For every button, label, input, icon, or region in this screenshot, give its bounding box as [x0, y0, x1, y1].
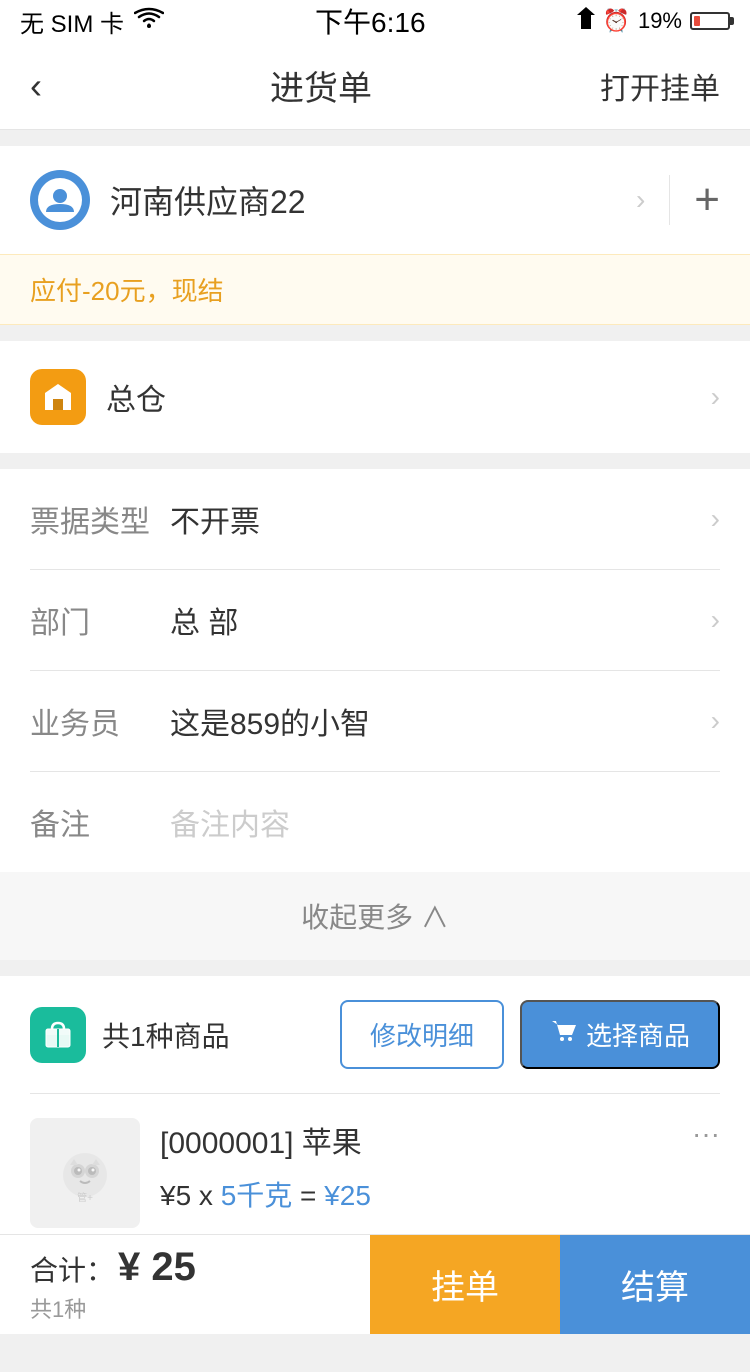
invoice-type-label: 票据类型: [30, 497, 170, 541]
warehouse-chevron-icon: ›: [711, 381, 720, 413]
supplier-section: 河南供应商22 › + 应付-20元，现结: [0, 146, 750, 325]
product-info: [0000001] 苹果 ¥5 x 5千克 = ¥25: [160, 1118, 672, 1214]
total-amount: ¥ 25: [118, 1245, 196, 1290]
settle-button[interactable]: 结算: [560, 1235, 750, 1334]
supplier-avatar: [30, 170, 90, 230]
notice-banner: 应付-20元，现结: [0, 254, 750, 325]
price-base: ¥5 x: [160, 1180, 221, 1211]
supplier-chevron-icon: ›: [636, 184, 645, 216]
product-header: 共1种商品 修改明细 选择商品: [0, 976, 750, 1093]
status-bar-right: ⏰ 19%: [577, 7, 730, 35]
product-thumb-inner: 管+: [50, 1135, 120, 1211]
total-sub: 共1种: [30, 1292, 340, 1324]
staff-label: 业务员: [30, 699, 170, 743]
back-button[interactable]: ‹: [30, 65, 42, 107]
carrier-label: 无 SIM 卡: [20, 4, 124, 39]
svg-text:管+: 管+: [77, 1191, 93, 1204]
wifi-icon: [134, 7, 164, 36]
product-price: ¥5 x 5千克 = ¥25: [160, 1174, 672, 1214]
invoice-type-row[interactable]: 票据类型 不开票 ›: [0, 469, 750, 569]
avatar-inner: [38, 178, 82, 222]
edit-detail-button[interactable]: 修改明细: [340, 1000, 504, 1069]
page-title: 进货单: [270, 61, 372, 110]
department-label: 部门: [30, 598, 170, 642]
remark-row[interactable]: 备注 备注内容: [0, 772, 750, 872]
hang-order-button[interactable]: 挂单: [370, 1235, 560, 1334]
department-row[interactable]: 部门 总 部 ›: [0, 570, 750, 670]
select-product-button[interactable]: 选择商品: [520, 1000, 720, 1069]
staff-chevron-icon: ›: [711, 705, 720, 737]
battery-icon: [690, 12, 730, 30]
gap-1: [0, 130, 750, 146]
vertical-divider: [669, 175, 670, 225]
warehouse-section: 总仓 ›: [0, 341, 750, 453]
gap-4: [0, 960, 750, 976]
bottom-bar: 合计： ¥ 25 共1种 挂单 结算: [0, 1234, 750, 1334]
department-value: 总 部: [170, 598, 711, 642]
location-icon: [577, 7, 595, 35]
product-item: 管+ [0000001] 苹果 ¥5 x 5千克 = ¥25 ···: [0, 1094, 750, 1252]
total-section: 合计： ¥ 25 共1种: [0, 1235, 370, 1334]
add-supplier-button[interactable]: +: [694, 178, 720, 222]
cart-icon: [550, 1019, 578, 1050]
select-product-label: 选择商品: [586, 1016, 690, 1053]
department-chevron-icon: ›: [711, 604, 720, 636]
price-total: ¥25: [324, 1180, 371, 1211]
form-section: 票据类型 不开票 › 部门 总 部 › 业务员 这是859的小智 › 备注 备注…: [0, 469, 750, 872]
total-label: 合计：: [30, 1249, 114, 1289]
product-name: [0000001] 苹果: [160, 1118, 672, 1162]
status-bar-left: 无 SIM 卡: [20, 4, 164, 39]
status-bar-time: 下午6:16: [315, 1, 426, 41]
invoice-type-value: 不开票: [170, 497, 711, 541]
product-icon: [30, 1007, 86, 1063]
status-bar: 无 SIM 卡 下午6:16 ⏰ 19%: [0, 0, 750, 42]
collapse-button[interactable]: 收起更多 ∧: [0, 872, 750, 960]
staff-value: 这是859的小智: [170, 699, 711, 743]
battery-text: 19%: [638, 8, 682, 34]
remark-placeholder[interactable]: 备注内容: [170, 800, 720, 844]
warehouse-row[interactable]: 总仓 ›: [0, 341, 750, 453]
remark-label: 备注: [30, 800, 170, 844]
gap-3: [0, 453, 750, 469]
staff-row[interactable]: 业务员 这是859的小智 ›: [0, 671, 750, 771]
warehouse-icon: [30, 369, 86, 425]
product-thumbnail: 管+: [30, 1118, 140, 1228]
alarm-icon: ⏰: [603, 8, 630, 34]
open-pending-button[interactable]: 打开挂单: [600, 64, 720, 108]
product-more-button[interactable]: ···: [692, 1118, 720, 1150]
price-equals: =: [292, 1180, 324, 1211]
gap-2: [0, 325, 750, 341]
warehouse-name: 总仓: [106, 375, 711, 419]
nav-bar: ‹ 进货单 打开挂单: [0, 42, 750, 130]
product-count: 共1种商品: [102, 1015, 340, 1055]
product-header-section: 共1种商品 修改明细 选择商品: [0, 976, 750, 1252]
supplier-row[interactable]: 河南供应商22 › +: [0, 146, 750, 254]
invoice-type-chevron-icon: ›: [711, 503, 720, 535]
supplier-name: 河南供应商22: [110, 177, 636, 223]
price-qty: 5千克: [221, 1180, 293, 1211]
